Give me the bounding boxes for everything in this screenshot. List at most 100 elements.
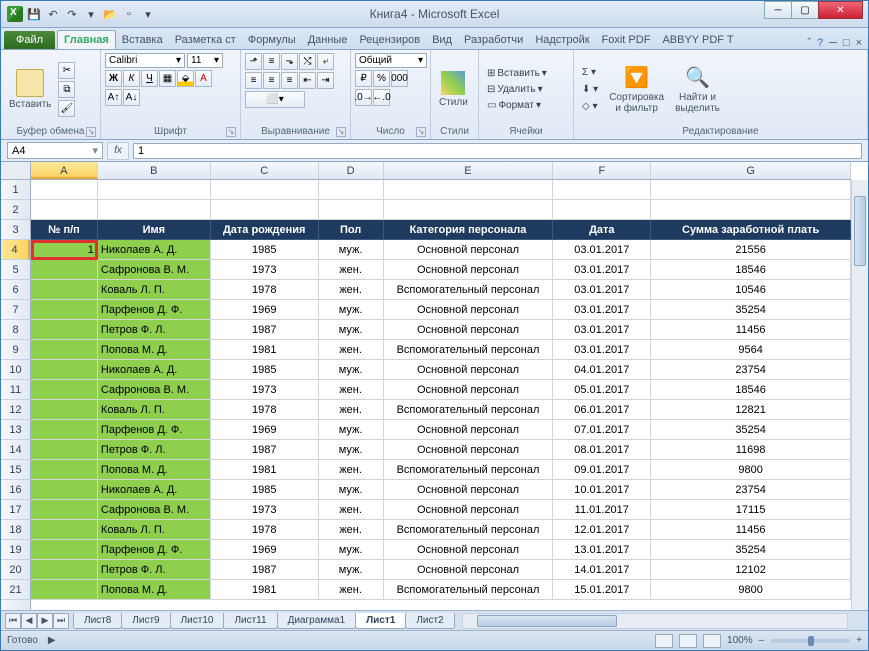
cell[interactable]: Коваль Л. П.: [98, 280, 211, 300]
tab-foxit[interactable]: Foxit PDF: [596, 31, 657, 49]
zoom-thumb[interactable]: [808, 636, 814, 646]
cell[interactable]: Основной персонал: [384, 260, 554, 280]
cell[interactable]: 1987: [211, 440, 319, 460]
percent-icon[interactable]: %: [373, 70, 390, 87]
cell[interactable]: жен.: [319, 500, 384, 520]
cell[interactable]: Вспомогательный персонал: [384, 460, 554, 480]
tab-view[interactable]: Вид: [426, 31, 458, 49]
fill-icon[interactable]: ⬇ ▾: [578, 82, 602, 97]
cell[interactable]: 1981: [211, 460, 319, 480]
cell[interactable]: [31, 300, 98, 320]
cell[interactable]: [31, 440, 98, 460]
indent-dec-icon[interactable]: ⇤: [299, 72, 316, 89]
number-format-combo[interactable]: Общий▾: [355, 53, 427, 68]
cell[interactable]: 9800: [651, 460, 851, 480]
cell[interactable]: муж.: [319, 540, 384, 560]
font-color-button[interactable]: A: [195, 70, 212, 87]
cell[interactable]: Основной персонал: [384, 380, 554, 400]
sheet-tab[interactable]: Лист9: [121, 613, 170, 629]
undo-icon[interactable]: ↶: [45, 6, 61, 22]
row-header-1[interactable]: 1: [1, 180, 30, 200]
cell[interactable]: 10546: [651, 280, 851, 300]
cell[interactable]: 06.01.2017: [553, 400, 651, 420]
sort-filter-button[interactable]: 🔽Сортировка и фильтр: [605, 53, 668, 125]
tab-abbyy[interactable]: ABBYY PDF T: [656, 31, 739, 49]
cell[interactable]: 17115: [651, 500, 851, 520]
styles-button[interactable]: Стили: [435, 53, 472, 125]
preview-icon[interactable]: ▾: [140, 6, 156, 22]
cell[interactable]: 1987: [211, 320, 319, 340]
cell[interactable]: 21556: [651, 240, 851, 260]
cell[interactable]: 23754: [651, 360, 851, 380]
cell[interactable]: 12.01.2017: [553, 520, 651, 540]
cell[interactable]: 05.01.2017: [553, 380, 651, 400]
cell[interactable]: Коваль Л. П.: [98, 400, 211, 420]
sheet-tab[interactable]: Лист2: [405, 613, 454, 629]
cell[interactable]: жен.: [319, 580, 384, 600]
cell[interactable]: [319, 200, 384, 220]
cell[interactable]: муж.: [319, 240, 384, 260]
maximize-button[interactable]: ▢: [791, 1, 819, 19]
row-header-8[interactable]: 8: [1, 320, 30, 340]
cell[interactable]: 18546: [651, 380, 851, 400]
align-left-icon[interactable]: ≡: [245, 72, 262, 89]
tab-addins[interactable]: Надстройк: [529, 31, 595, 49]
insert-cells-button[interactable]: ⊞ Вставить ▾: [483, 66, 551, 81]
inner-close-icon[interactable]: ×: [856, 37, 862, 49]
cell[interactable]: Основной персонал: [384, 320, 554, 340]
font-name-combo[interactable]: Calibri▾: [105, 53, 185, 68]
cell[interactable]: жен.: [319, 400, 384, 420]
cell[interactable]: 11456: [651, 520, 851, 540]
cell[interactable]: 1985: [211, 240, 319, 260]
cell[interactable]: [384, 180, 554, 200]
cell[interactable]: 1978: [211, 520, 319, 540]
sheet-tab[interactable]: Лист11: [223, 613, 277, 629]
cell[interactable]: муж.: [319, 560, 384, 580]
cell[interactable]: 1973: [211, 380, 319, 400]
cell[interactable]: [31, 200, 98, 220]
select-all-corner[interactable]: [1, 162, 31, 180]
cell[interactable]: 35254: [651, 540, 851, 560]
cell[interactable]: 13.01.2017: [553, 540, 651, 560]
cell[interactable]: 1985: [211, 360, 319, 380]
cell[interactable]: Сафронова В. М.: [98, 500, 211, 520]
cell[interactable]: [651, 180, 851, 200]
cell[interactable]: [31, 500, 98, 520]
name-box[interactable]: A4▾: [7, 142, 103, 159]
cell[interactable]: Имя: [98, 220, 211, 240]
row-header-20[interactable]: 20: [1, 560, 30, 580]
cell[interactable]: Пол: [319, 220, 384, 240]
cell[interactable]: [31, 380, 98, 400]
minimize-ribbon-icon[interactable]: ˆ: [807, 37, 811, 49]
col-header-G[interactable]: G: [651, 162, 851, 179]
qat-more-icon[interactable]: ▾: [83, 6, 99, 22]
cell[interactable]: муж.: [319, 320, 384, 340]
col-header-B[interactable]: B: [98, 162, 211, 179]
delete-cells-button[interactable]: ⊟ Удалить ▾: [483, 82, 551, 97]
row-header-6[interactable]: 6: [1, 280, 30, 300]
cell[interactable]: 1978: [211, 400, 319, 420]
tab-data[interactable]: Данные: [302, 31, 354, 49]
clear-icon[interactable]: ◇ ▾: [578, 99, 602, 114]
cell[interactable]: 11.01.2017: [553, 500, 651, 520]
cell[interactable]: Николаев А. Д.: [98, 240, 211, 260]
cell[interactable]: 11698: [651, 440, 851, 460]
row-header-19[interactable]: 19: [1, 540, 30, 560]
cell[interactable]: Сафронова В. М.: [98, 380, 211, 400]
cell[interactable]: Основной персонал: [384, 420, 554, 440]
cell[interactable]: [31, 260, 98, 280]
cell[interactable]: 03.01.2017: [553, 340, 651, 360]
save-icon[interactable]: 💾: [26, 6, 42, 22]
cell[interactable]: жен.: [319, 460, 384, 480]
cell[interactable]: 09.01.2017: [553, 460, 651, 480]
cell[interactable]: [31, 280, 98, 300]
cell[interactable]: Основной персонал: [384, 240, 554, 260]
cell[interactable]: Попова М. Д.: [98, 340, 211, 360]
decrease-font-icon[interactable]: A↓: [123, 89, 140, 106]
cell[interactable]: 1969: [211, 420, 319, 440]
help-icon[interactable]: ?: [817, 37, 823, 49]
cell[interactable]: 18546: [651, 260, 851, 280]
copy-icon[interactable]: ⧉: [58, 81, 75, 98]
sheet-tab[interactable]: Диаграмма1: [277, 613, 357, 629]
cell[interactable]: Вспомогательный персонал: [384, 280, 554, 300]
